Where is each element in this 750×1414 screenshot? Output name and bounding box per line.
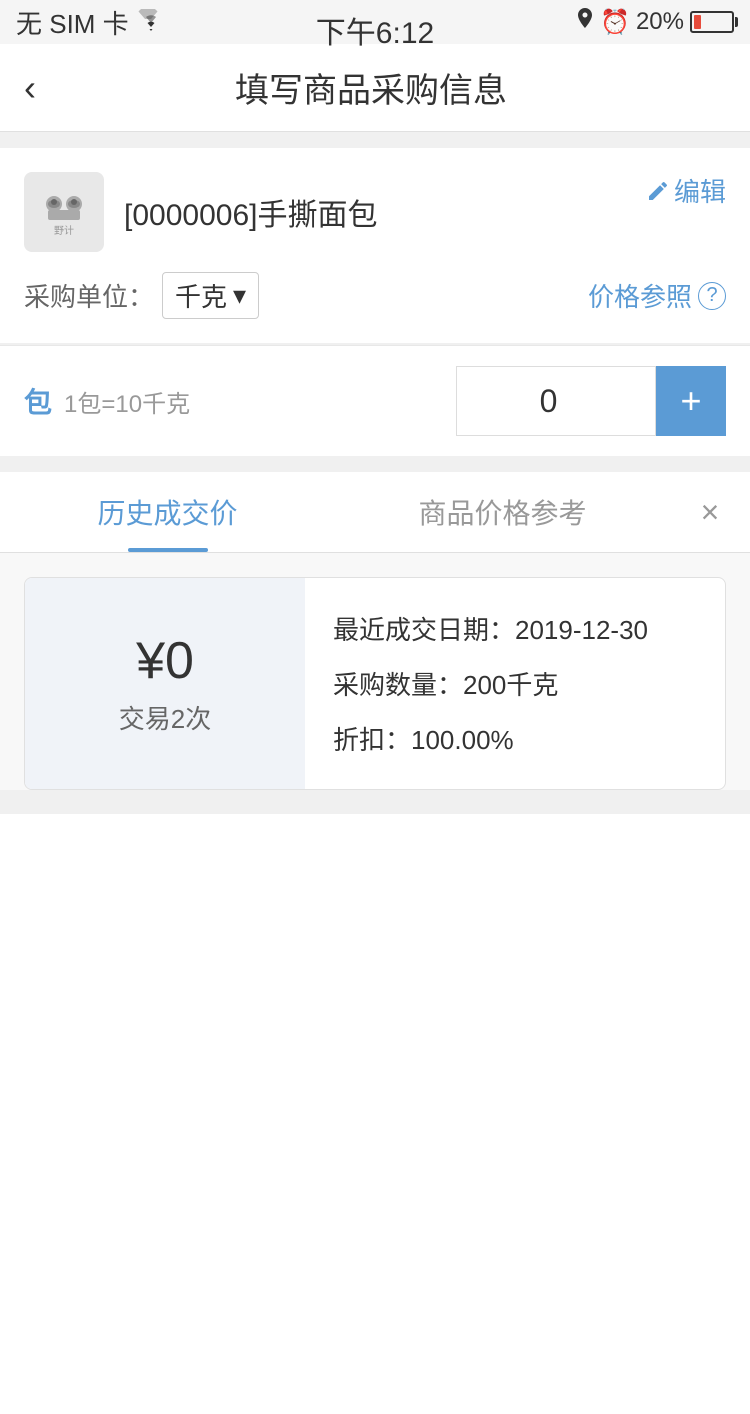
battery-icon xyxy=(690,11,734,33)
unit-select[interactable]: 千克 ▾ xyxy=(162,272,259,319)
page-title: 填写商品采购信息 xyxy=(52,63,690,112)
recent-date-label: 最近成交日期： xyxy=(333,615,515,645)
status-right: ⏰ 20% xyxy=(576,8,734,37)
product-image: 野计 xyxy=(24,172,104,252)
tab-product-price-ref[interactable]: 商品价格参考 xyxy=(335,472,670,552)
product-left: 野计 [0000006]手撕面包 xyxy=(24,172,377,252)
price-amount: ¥0 xyxy=(136,631,194,691)
price-card: ¥0 交易2次 最近成交日期：2019-12-30 采购数量：200千克 折扣：… xyxy=(24,577,726,790)
recent-date-row: 最近成交日期：2019-12-30 xyxy=(333,610,697,647)
discount-label: 折扣： xyxy=(333,725,411,755)
price-card-left: ¥0 交易2次 xyxy=(25,578,305,789)
quantity-detail-value: 200千克 xyxy=(463,670,558,700)
status-bar: 无 SIM 卡 下午6:12 ⏰ 20% xyxy=(0,0,750,44)
quantity-plus-button[interactable]: + xyxy=(656,366,726,436)
quantity-label: 包 1包=10千克 xyxy=(24,381,190,421)
quantity-row: 采购数量：200千克 xyxy=(333,665,697,702)
tab-product-price-ref-label: 商品价格参考 xyxy=(418,492,586,532)
price-value: 0 xyxy=(165,632,194,690)
edit-button[interactable]: 编辑 xyxy=(646,172,726,209)
tab-active-indicator xyxy=(128,548,208,552)
carrier-text: 无 SIM 卡 xyxy=(16,4,129,41)
status-time: 下午6:12 xyxy=(316,8,434,52)
quantity-input[interactable] xyxy=(456,366,656,436)
recent-date-value: 2019-12-30 xyxy=(515,615,648,645)
tabs-header: 历史成交价 商品价格参考 × xyxy=(0,472,750,553)
back-button[interactable]: ‹ xyxy=(24,67,36,109)
quantity-detail-label: 采购数量： xyxy=(333,670,463,700)
price-ref-button[interactable]: 价格参照 ? xyxy=(588,277,726,314)
battery-percent: 20% xyxy=(636,8,684,36)
discount-value: 100.00% xyxy=(411,725,514,755)
product-name: [0000006]手撕面包 xyxy=(124,190,377,234)
nav-bar: ‹ 填写商品采购信息 xyxy=(0,44,750,132)
product-header: 野计 [0000006]手撕面包 编辑 xyxy=(24,172,726,252)
tab-close-button[interactable]: × xyxy=(670,472,750,552)
product-unit-row: 采购单位： 千克 ▾ 价格参照 ? xyxy=(24,272,726,319)
quantity-unit-icon: 包 xyxy=(24,381,52,421)
unit-value: 千克 xyxy=(175,277,227,314)
dropdown-icon: ▾ xyxy=(233,280,246,311)
empty-space xyxy=(0,814,750,1414)
svg-text:野计: 野计 xyxy=(54,224,74,237)
product-card: 野计 [0000006]手撕面包 编辑 采购单位： 千克 ▾ 价格参照 ? xyxy=(0,148,750,343)
close-icon: × xyxy=(701,494,720,531)
alarm-icon: ⏰ xyxy=(600,8,630,37)
tabs-section: 历史成交价 商品价格参考 × ¥0 交易2次 最近成交日期：2019-12-30… xyxy=(0,472,750,790)
currency-symbol: ¥ xyxy=(136,632,165,690)
wifi-icon xyxy=(137,7,165,38)
quantity-section: 包 1包=10千克 + xyxy=(0,345,750,456)
discount-row: 折扣：100.00% xyxy=(333,720,697,757)
tab-history-price-label: 历史成交价 xyxy=(97,492,237,532)
price-times: 交易2次 xyxy=(119,699,211,736)
tab-history-price[interactable]: 历史成交价 xyxy=(0,472,335,552)
unit-label: 采购单位： xyxy=(24,277,154,314)
help-icon: ? xyxy=(698,282,726,310)
quantity-input-group: + xyxy=(456,366,726,436)
status-left: 无 SIM 卡 xyxy=(16,4,165,41)
price-card-right: 最近成交日期：2019-12-30 采购数量：200千克 折扣：100.00% xyxy=(305,578,725,789)
price-ref-label: 价格参照 xyxy=(588,277,692,314)
quantity-convert-text: 1包=10千克 xyxy=(64,384,190,419)
location-icon xyxy=(576,8,594,37)
